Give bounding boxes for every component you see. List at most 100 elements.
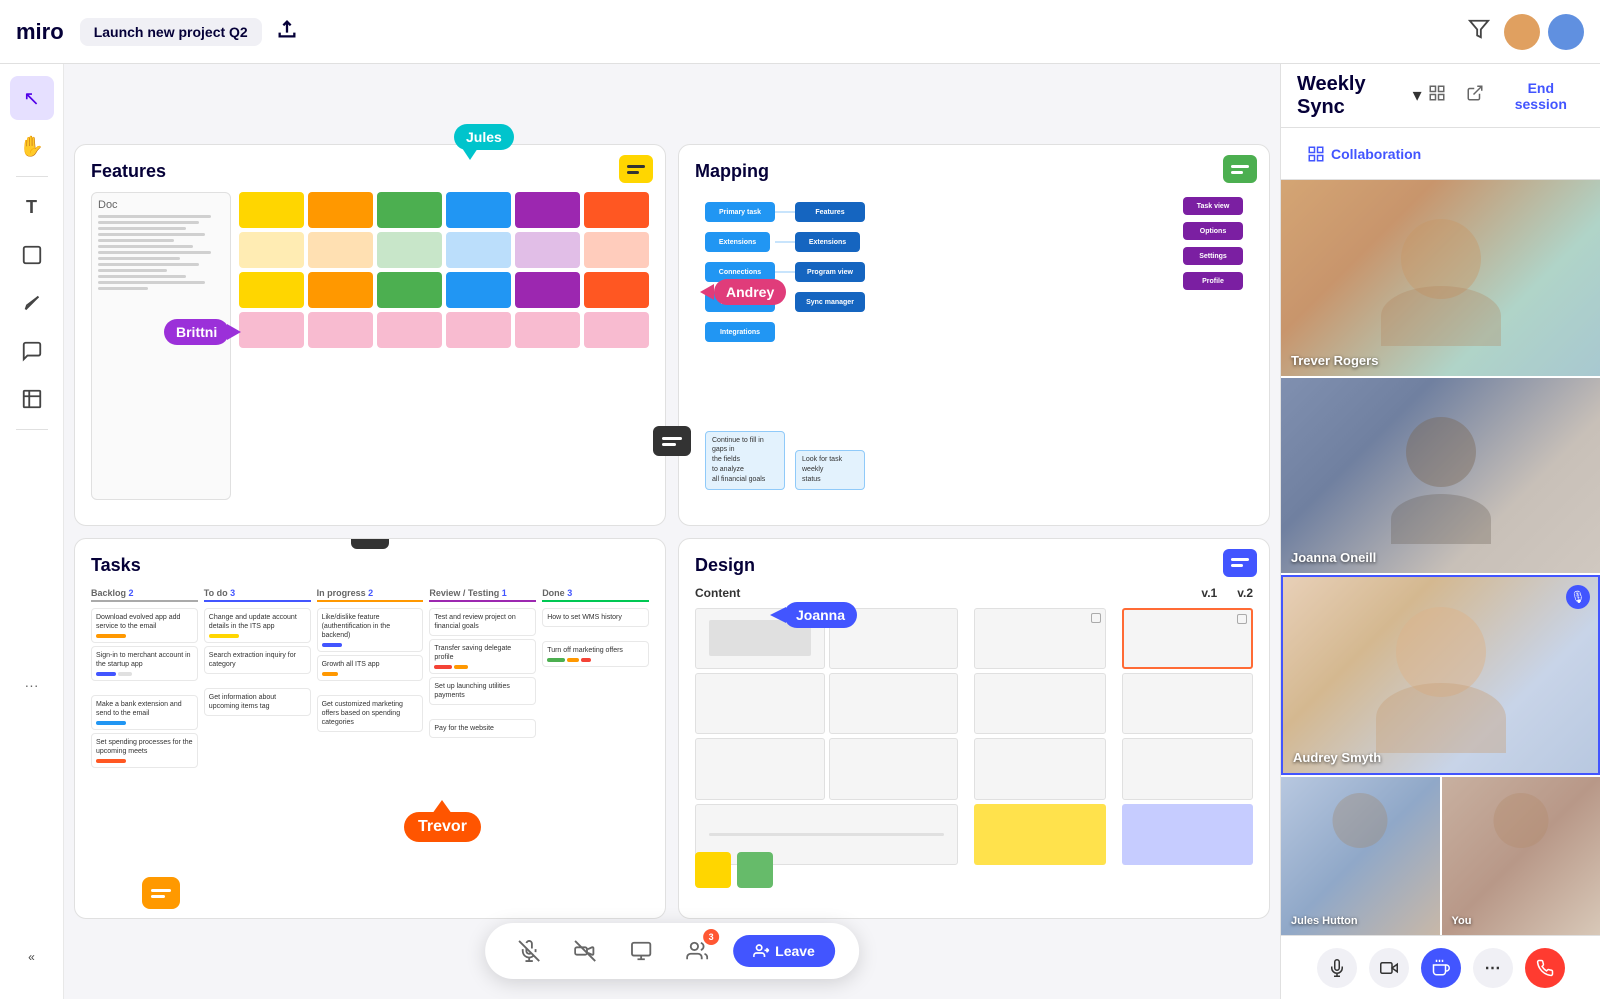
kanban-header-done: Done 3 bbox=[542, 586, 649, 602]
map-node-c2: Extensions bbox=[795, 232, 860, 252]
map-node-c3: Program view bbox=[795, 262, 865, 282]
features-title: Features bbox=[91, 161, 649, 182]
sticky-notes-grid bbox=[239, 192, 649, 500]
doc-lines bbox=[98, 215, 224, 290]
tool-more[interactable]: ··· bbox=[10, 663, 54, 707]
leave-button[interactable]: Leave bbox=[733, 935, 835, 967]
mapping-section: Mapping Primary task Extensions Connecti… bbox=[678, 144, 1270, 526]
panel-hand-button[interactable] bbox=[1421, 948, 1461, 988]
camera-button[interactable] bbox=[565, 931, 605, 971]
kanban-board: Backlog 2 Download evolved app add servi… bbox=[91, 586, 649, 894]
tool-select[interactable]: ↖ bbox=[10, 76, 54, 120]
tool-sticky[interactable] bbox=[10, 233, 54, 277]
collapse-toolbar-button[interactable]: « bbox=[10, 935, 54, 979]
panel-end-call-button[interactable] bbox=[1525, 948, 1565, 988]
mindmap: Primary task Extensions Connections Flow… bbox=[695, 192, 1253, 500]
avatar-2[interactable] bbox=[1548, 14, 1584, 50]
top-bar: miro Launch new project Q2 bbox=[0, 0, 1600, 64]
kanban-card-b5: Pay for the website bbox=[429, 719, 536, 738]
wireframe-v2 bbox=[1122, 608, 1254, 866]
chat-bubble-tasks[interactable] bbox=[351, 538, 389, 549]
right-panel: Weekly Sync ▾ End session bbox=[1280, 64, 1600, 999]
video-cell-jules: Jules Hutton bbox=[1281, 777, 1442, 935]
kanban-col-inprogress: In progress 2 Like/dislike feature (auth… bbox=[317, 586, 424, 894]
bottom-toolbar: 3 Leave bbox=[485, 923, 859, 979]
tool-comment[interactable] bbox=[10, 329, 54, 373]
panel-more-button[interactable]: ⋯ bbox=[1473, 948, 1513, 988]
right-panel-header: Weekly Sync ▾ End session bbox=[1281, 64, 1600, 128]
map-text-block: Continue to fill in gaps inthe fieldsto … bbox=[705, 431, 785, 490]
kanban-card-b4: Get customized marketing offers based on… bbox=[317, 695, 424, 732]
kanban-card-3: Change and update account details in the… bbox=[204, 608, 311, 643]
session-dropdown-button[interactable]: ▾ bbox=[1413, 85, 1422, 106]
kanban-header-inprogress: In progress 2 bbox=[317, 586, 424, 602]
map-node-r1: Task view bbox=[1183, 197, 1243, 215]
map-text-block-2: Look for taskweeklystatus bbox=[795, 450, 865, 489]
cursor-label-andrey: Andrey bbox=[726, 284, 774, 300]
kanban-card-6: Growth all ITS app bbox=[317, 655, 424, 681]
map-node-1: Primary task bbox=[705, 202, 775, 222]
share-button[interactable] bbox=[270, 12, 304, 52]
grid-view-button[interactable] bbox=[1422, 78, 1452, 113]
chat-bubble-features[interactable] bbox=[619, 155, 653, 183]
tasks-section: Tasks Backlog 2 Download evolved a bbox=[74, 538, 666, 920]
map-node-r3: Settings bbox=[1183, 247, 1243, 265]
design-wireframes bbox=[695, 608, 1253, 866]
wireframe-content bbox=[695, 608, 958, 866]
panel-mic-button[interactable] bbox=[1317, 948, 1357, 988]
wireframe-v1 bbox=[974, 608, 1106, 866]
kanban-header-backlog: Backlog 2 bbox=[91, 586, 198, 602]
right-panel-toolbar: Collaboration bbox=[1281, 128, 1600, 180]
notification-badge: 3 bbox=[703, 929, 719, 945]
cursor-jules: Jules bbox=[454, 124, 514, 150]
chat-bubble-mapping[interactable] bbox=[1223, 155, 1257, 183]
video-name-audrey: Audrey Smyth bbox=[1293, 750, 1381, 765]
chat-bubble-orange[interactable] bbox=[142, 877, 180, 909]
video-cell-joanna: Joanna Oneill bbox=[1281, 378, 1600, 576]
features-content: Doc bbox=[91, 192, 649, 500]
kanban-header-todo: To do 3 bbox=[204, 586, 311, 602]
design-section: Design Content v.1 v.2 bbox=[678, 538, 1270, 920]
kanban-card-b1: Make a bank extension and send to the em… bbox=[91, 695, 198, 730]
canvas-area[interactable]: Features Doc bbox=[64, 64, 1280, 999]
end-session-button[interactable]: End session bbox=[1498, 74, 1584, 118]
cursor-label-trevor: Trevor bbox=[418, 818, 467, 835]
avatar-1[interactable] bbox=[1504, 14, 1540, 50]
external-link-button[interactable] bbox=[1460, 78, 1490, 113]
project-title[interactable]: Launch new project Q2 bbox=[80, 18, 262, 46]
tool-hand[interactable]: ✋ bbox=[10, 124, 54, 168]
top-bar-right bbox=[1462, 12, 1584, 52]
left-toolbar: ↖ ✋ T ··· bbox=[0, 64, 64, 999]
design-content: Content v.1 v.2 bbox=[695, 586, 1253, 894]
session-title-text: Weekly Sync bbox=[1297, 73, 1407, 119]
panel-camera-button[interactable] bbox=[1369, 948, 1409, 988]
cursor-label-joanna: Joanna bbox=[796, 607, 845, 623]
tool-text[interactable]: T bbox=[10, 185, 54, 229]
collaboration-label: Collaboration bbox=[1331, 146, 1421, 162]
kanban-card-7: Test and review project on financial goa… bbox=[429, 608, 536, 636]
board-grid: Features Doc bbox=[74, 144, 1270, 919]
screen-share-button[interactable] bbox=[621, 931, 661, 971]
map-node-c1: Features bbox=[795, 202, 865, 222]
chat-bubble-design[interactable] bbox=[1223, 549, 1257, 577]
kanban-header-review: Review / Testing 1 bbox=[429, 586, 536, 602]
tool-pen[interactable] bbox=[10, 281, 54, 325]
chat-bubble-center[interactable] bbox=[653, 426, 691, 456]
kanban-card-b3: Get information about upcoming items tag bbox=[204, 688, 311, 716]
video-row-bottom: Jules Hutton You bbox=[1281, 775, 1600, 935]
kanban-col-todo: To do 3 Change and update account detail… bbox=[204, 586, 311, 894]
filter-button[interactable] bbox=[1462, 12, 1496, 52]
features-section: Features Doc bbox=[74, 144, 666, 526]
kanban-card-10: How to set WMS history bbox=[542, 608, 649, 627]
main-layout: ↖ ✋ T ··· bbox=[0, 64, 1600, 999]
collaboration-button[interactable]: Collaboration bbox=[1297, 139, 1431, 169]
map-node-c4: Sync manager bbox=[795, 292, 865, 312]
cursor-label-brittni: Brittni bbox=[176, 324, 217, 340]
map-node-r2: Options bbox=[1183, 222, 1243, 240]
cursor-trevor: Trevor bbox=[404, 812, 481, 842]
kanban-card-b6: Turn off marketing offers bbox=[542, 641, 649, 667]
tool-frame[interactable] bbox=[10, 377, 54, 421]
sticky-design-2 bbox=[737, 852, 773, 888]
video-grid: Trever Rogers Joanna Oneill 🎙 Audrey Smy… bbox=[1281, 180, 1600, 775]
mute-button[interactable] bbox=[509, 931, 549, 971]
